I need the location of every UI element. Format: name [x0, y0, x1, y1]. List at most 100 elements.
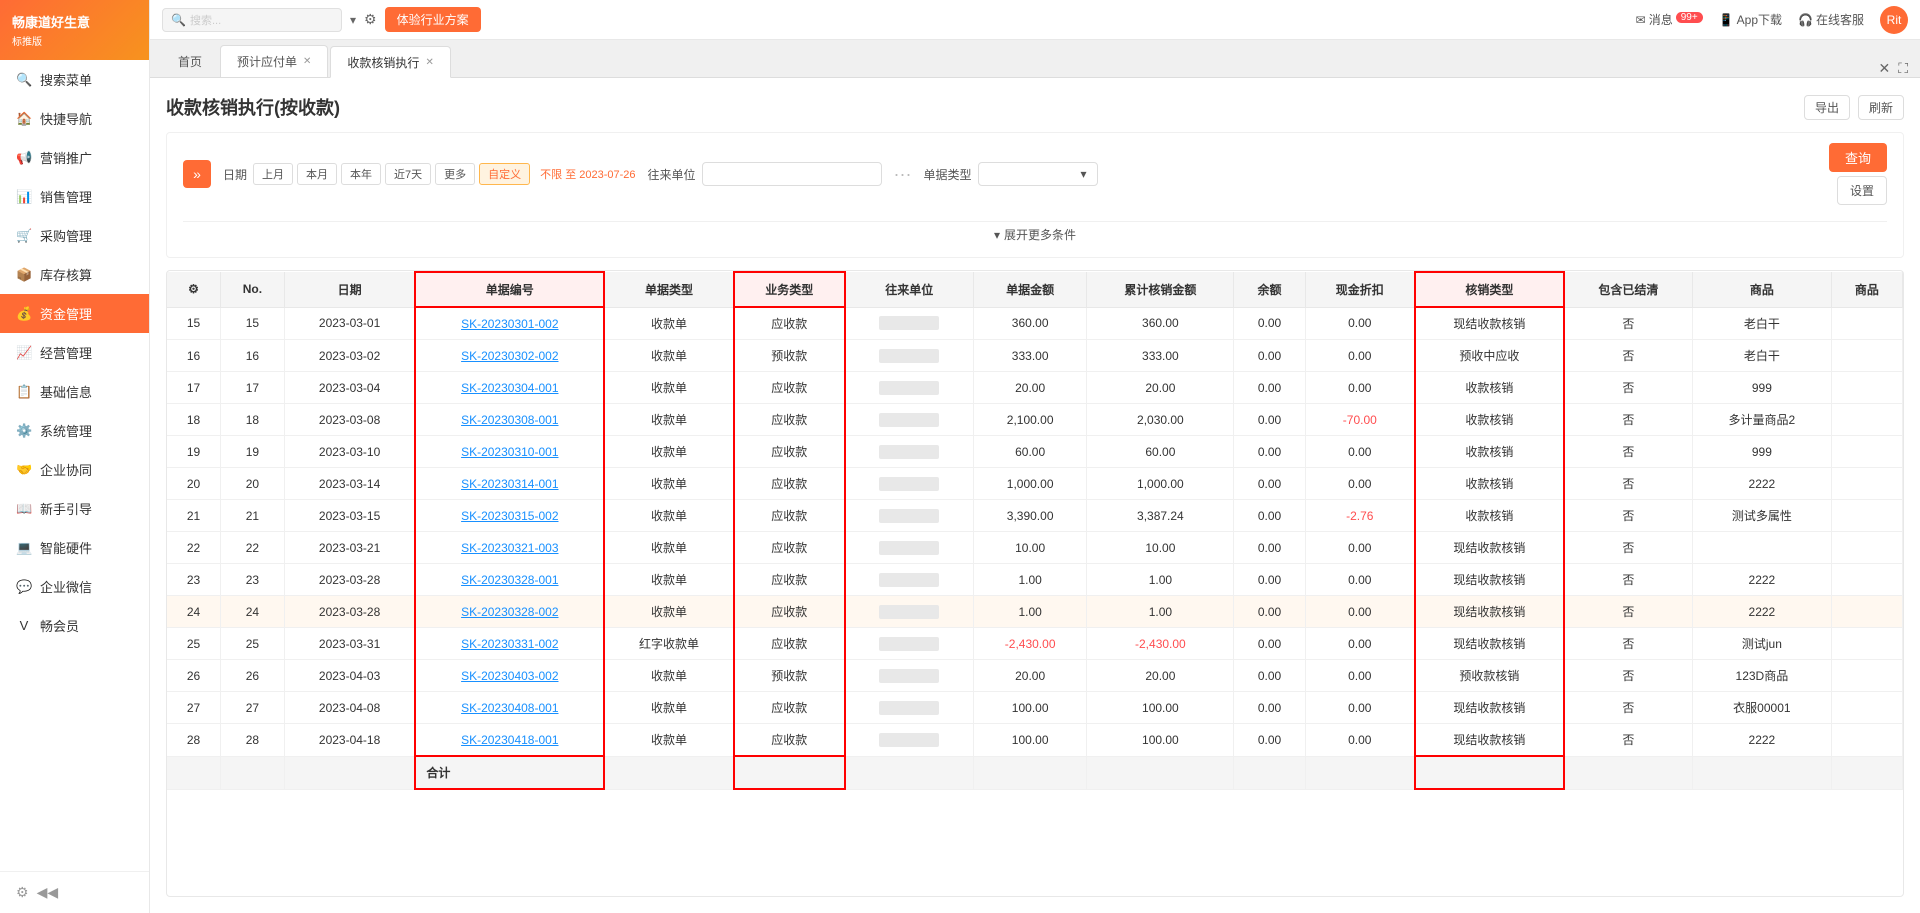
sidebar-item-sales[interactable]: 📊销售管理	[0, 177, 149, 216]
cell-balance: 0.00	[1234, 564, 1305, 596]
bill-no-link[interactable]: SK-20230408-001	[461, 701, 558, 715]
tab-close-receipt-exec[interactable]: ✕	[425, 57, 433, 68]
bill-no-link[interactable]: SK-20230308-001	[461, 413, 558, 427]
bill-no-link[interactable]: SK-20230331-002	[461, 637, 558, 651]
bill-no-link[interactable]: SK-20230314-001	[461, 477, 558, 491]
cell-goods2	[1831, 596, 1902, 628]
cell-bill-amount: 20.00	[973, 660, 1086, 692]
user-avatar[interactable]: Rit	[1880, 6, 1908, 34]
this-month-btn[interactable]: 本月	[297, 163, 337, 185]
cell-goods: 多计量商品2	[1693, 404, 1832, 436]
th-cumulative: 累计核销金额	[1087, 272, 1234, 307]
custom-date-btn[interactable]: 自定义	[479, 163, 530, 185]
cell-balance: 0.00	[1234, 404, 1305, 436]
tab-close-payable[interactable]: ✕	[303, 56, 311, 67]
counterparty-input[interactable]	[702, 162, 882, 186]
sidebar-item-system[interactable]: ⚙️系统管理	[0, 411, 149, 450]
cell-goods: 测试多属性	[1693, 500, 1832, 532]
cell-rowno: 16	[221, 340, 285, 372]
close-tab-icon[interactable]: ✕	[1878, 60, 1890, 77]
bill-no-link[interactable]: SK-20230302-002	[461, 349, 558, 363]
sidebar-item-basic[interactable]: 📋基础信息	[0, 372, 149, 411]
th-gear[interactable]: ⚙	[167, 272, 221, 307]
query-btn[interactable]: 查询	[1829, 143, 1887, 172]
sidebar-item-operation[interactable]: 📈经营管理	[0, 333, 149, 372]
cell-rowno: 19	[221, 436, 285, 468]
sidebar-item-member[interactable]: V畅会员	[0, 606, 149, 645]
cell-biz-type: 应收款	[734, 692, 845, 724]
notification-item[interactable]: ✉ 消息 99+	[1636, 11, 1703, 28]
tab-label-receipt-exec: 收款核销执行	[347, 54, 419, 71]
industry-btn[interactable]: 体验行业方案	[385, 7, 481, 32]
sidebar-item-wechat[interactable]: 💬企业微信	[0, 567, 149, 606]
th-include-settled: 包含已结清	[1564, 272, 1693, 307]
sidebar-item-finance[interactable]: 💰资金管理	[0, 294, 149, 333]
cell-goods2	[1831, 724, 1902, 757]
cell-counterparty	[845, 468, 974, 500]
app-logo: 畅康道好生意 标推版	[0, 0, 149, 60]
tab-receipt-exec[interactable]: 收款核销执行 ✕	[330, 46, 450, 78]
tab-payable[interactable]: 预计应付单✕	[220, 45, 328, 77]
online-service-item[interactable]: 🎧 在线客服	[1798, 11, 1864, 28]
sidebar-item-guide[interactable]: 📖新手引导	[0, 489, 149, 528]
filter-expand-btn[interactable]: ▾ 展开更多条件	[183, 221, 1887, 247]
sidebar-item-search-menu[interactable]: 🔍搜索菜单	[0, 60, 149, 99]
settings-bottom-icon[interactable]: ⚙	[16, 884, 29, 901]
sidebar-item-enterprise[interactable]: 🤝企业协同	[0, 450, 149, 489]
operation-icon: 📈	[16, 345, 32, 361]
cell-cumulative: 10.00	[1087, 532, 1234, 564]
tab-home[interactable]: 首页	[162, 45, 218, 77]
cell-cash-discount: 0.00	[1305, 564, 1415, 596]
cell-bill-no: SK-20230331-002	[415, 628, 604, 660]
cell-bill-no: SK-20230308-001	[415, 404, 604, 436]
sidebar-item-inventory[interactable]: 📦库存核算	[0, 255, 149, 294]
filter-date-group: 日期 上月 本月 本年 近7天 更多 自定义 不限 至 2023-07-26	[223, 163, 636, 185]
last-month-btn[interactable]: 上月	[253, 163, 293, 185]
cell-date: 2023-04-08	[284, 692, 415, 724]
bill-no-link[interactable]: SK-20230321-003	[461, 541, 558, 555]
sidebar-label-sales: 销售管理	[40, 187, 92, 206]
last-7days-btn[interactable]: 近7天	[385, 163, 431, 185]
sidebar-item-purchase[interactable]: 🛒采购管理	[0, 216, 149, 255]
cell-cumulative: 2,030.00	[1087, 404, 1234, 436]
maximize-icon[interactable]: ⛶	[1898, 60, 1908, 77]
cell-bill-type: 收款单	[604, 468, 734, 500]
topbar-right: ✉ 消息 99+ 📱 App下载 🎧 在线客服 Rit	[1636, 6, 1908, 34]
refresh-btn[interactable]: 刷新	[1858, 95, 1904, 120]
collapse-icon[interactable]: ◀◀	[37, 884, 59, 901]
this-year-btn[interactable]: 本年	[341, 163, 381, 185]
sidebar-item-quick-nav[interactable]: 🏠快捷导航	[0, 99, 149, 138]
bill-no-link[interactable]: SK-20230304-001	[461, 381, 558, 395]
data-table-wrapper: ⚙ No. 日期 单据编号 单据类型 业务类型 往来单位 单据金额 累计核销金额…	[166, 270, 1904, 897]
inventory-icon: 📦	[16, 267, 32, 283]
sidebar-item-hardware[interactable]: 💻智能硬件	[0, 528, 149, 567]
cell-goods2	[1831, 468, 1902, 500]
cell-rowno: 22	[221, 532, 285, 564]
bill-type-select[interactable]: ▾	[978, 162, 1098, 186]
more-date-btn[interactable]: 更多	[435, 163, 475, 185]
topbar-gear-icon[interactable]: ⚙	[364, 11, 377, 28]
topbar-dropdown[interactable]: ▾	[350, 13, 356, 27]
filter-toggle-btn[interactable]: »	[183, 160, 211, 188]
bill-no-link[interactable]: SK-20230328-002	[461, 605, 558, 619]
cell-date: 2023-03-04	[284, 372, 415, 404]
bill-no-link[interactable]: SK-20230328-001	[461, 573, 558, 587]
bill-no-link[interactable]: SK-20230418-001	[461, 733, 558, 747]
export-btn[interactable]: 导出	[1804, 95, 1850, 120]
cell-goods2	[1831, 532, 1902, 564]
cell-cash-discount: 0.00	[1305, 692, 1415, 724]
bill-no-link[interactable]: SK-20230310-001	[461, 445, 558, 459]
cell-goods2	[1831, 500, 1902, 532]
cell-date: 2023-03-01	[284, 307, 415, 340]
cell-cash-discount: 0.00	[1305, 307, 1415, 340]
bill-no-link[interactable]: SK-20230315-002	[461, 509, 558, 523]
bill-no-link[interactable]: SK-20230403-002	[461, 669, 558, 683]
cell-goods2	[1831, 564, 1902, 596]
cell-cumulative: 1.00	[1087, 564, 1234, 596]
cell-biz-type: 应收款	[734, 372, 845, 404]
sidebar-item-marketing[interactable]: 📢营销推广	[0, 138, 149, 177]
app-download-item[interactable]: 📱 App下载	[1719, 11, 1782, 28]
bill-no-link[interactable]: SK-20230301-002	[461, 317, 558, 331]
filter-settings-btn[interactable]: 设置	[1837, 176, 1887, 205]
cell-bill-type: 收款单	[604, 724, 734, 757]
